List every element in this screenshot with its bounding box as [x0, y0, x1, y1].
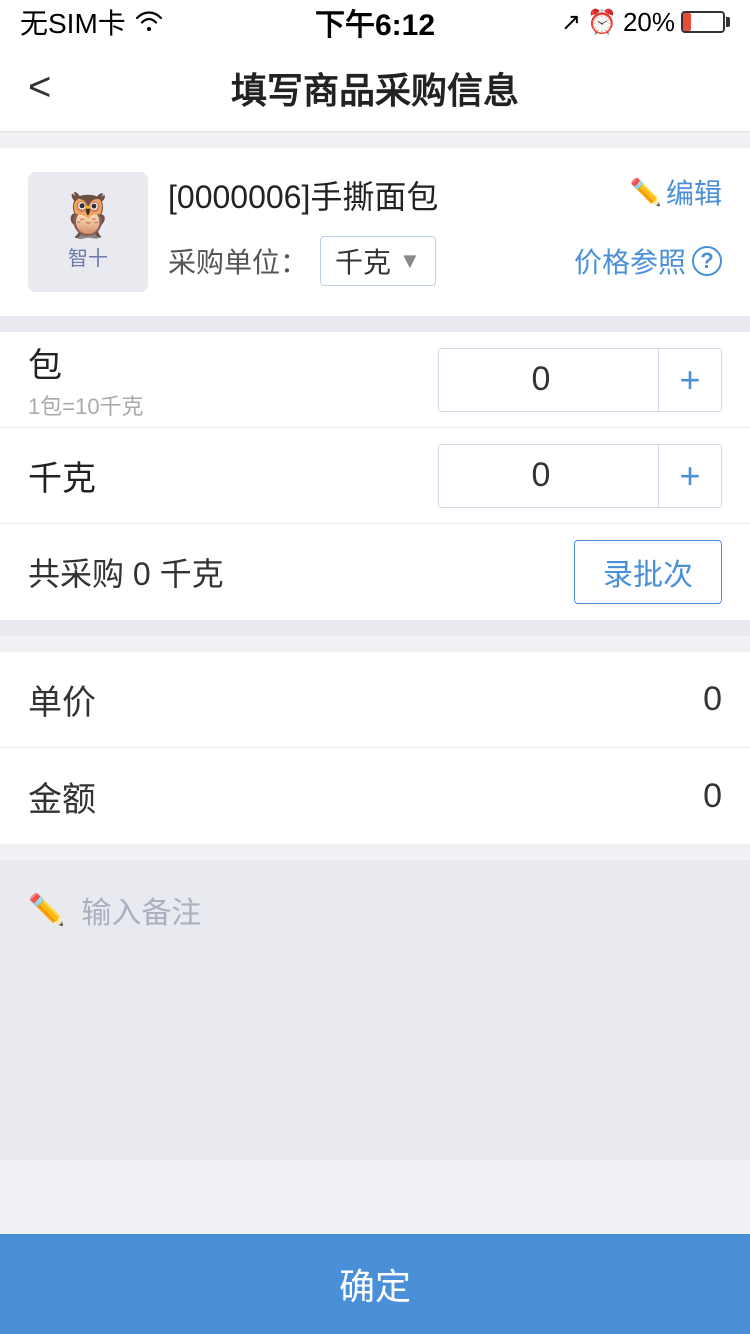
summary-row: 共采购 0 千克 录批次: [0, 524, 750, 620]
wifi-icon: [134, 6, 164, 38]
price-info-section: 单价 0 金额 0: [0, 652, 750, 844]
owl-icon: 🦉: [61, 194, 116, 238]
info-icon: ?: [692, 246, 722, 276]
product-id: [0000006]: [168, 179, 310, 215]
bag-label: 包: [28, 338, 148, 387]
section-divider-1: [0, 316, 750, 332]
unit-price-row: 单价 0: [0, 652, 750, 748]
bag-plus-button[interactable]: +: [658, 348, 722, 412]
summary-text: 共采购 0 千克: [28, 549, 224, 595]
status-bar-time: 下午6:12: [315, 0, 435, 44]
unit-selector: 采购单位： 千克 ▼: [168, 236, 436, 286]
bag-input-right: +: [148, 348, 722, 412]
unit-label: 采购单位：: [168, 241, 308, 281]
product-image-inner: 🦉 智十: [61, 194, 116, 271]
unit-price-value: 0: [703, 680, 722, 719]
brand-text: 智十: [68, 242, 108, 271]
amount-value: 0: [703, 777, 722, 816]
battery-indicator: [681, 11, 730, 33]
status-bar: 无SIM卡 下午6:12 ↗ ⏰ 20%: [0, 0, 750, 44]
kg-quantity-input[interactable]: [438, 444, 658, 508]
product-info: [0000006]手撕面包 ✏️ 编辑 采购单位： 千克 ▼ 价格参照 ?: [168, 172, 722, 286]
kg-label-group: 千克: [28, 451, 148, 500]
confirm-button[interactable]: 确定: [0, 1234, 750, 1334]
unit-select-dropdown[interactable]: 千克 ▼: [320, 236, 436, 286]
product-header: [0000006]手撕面包 ✏️ 编辑: [168, 172, 722, 218]
confirm-button-label: 确定: [339, 1258, 411, 1310]
product-card: 🦉 智十 [0000006]手撕面包 ✏️ 编辑 采购单位： 千克 ▼ 价格参照: [0, 148, 750, 316]
product-name: [0000006]手撕面包: [168, 172, 438, 218]
back-button[interactable]: <: [28, 65, 51, 110]
carrier-text: 无SIM卡: [20, 2, 126, 42]
alarm-icon: ⏰: [587, 8, 617, 37]
unit-price-label: 单价: [28, 675, 96, 724]
amount-label: 金额: [28, 772, 96, 821]
amount-row: 金额 0: [0, 748, 750, 844]
kg-input-right: +: [148, 444, 722, 508]
kg-label: 千克: [28, 451, 148, 500]
price-reference-button[interactable]: 价格参照 ?: [574, 241, 722, 281]
price-ref-label: 价格参照: [574, 241, 686, 281]
bag-sublabel: 1包=10千克: [28, 389, 148, 421]
edit-icon: ✏️: [630, 177, 662, 208]
location-icon: ↗: [561, 8, 581, 37]
content-spacer: [0, 960, 750, 1160]
nav-bar: < 填写商品采购信息: [0, 44, 750, 132]
note-section[interactable]: ✏️ 输入备注: [0, 860, 750, 960]
section-divider-2: [0, 620, 750, 636]
chevron-down-icon: ▼: [399, 248, 421, 274]
product-image: 🦉 智十: [28, 172, 148, 292]
product-title: 手撕面包: [310, 179, 438, 215]
status-bar-right: ↗ ⏰ 20%: [561, 7, 730, 38]
note-placeholder: 输入备注: [81, 888, 201, 932]
input-section: 包 1包=10千克 + 千克 +: [0, 332, 750, 524]
bag-label-group: 包 1包=10千克: [28, 338, 148, 421]
battery-percent: 20%: [623, 7, 675, 38]
unit-value: 千克: [335, 241, 391, 281]
edit-label: 编辑: [666, 172, 722, 212]
kg-input-row: 千克 +: [0, 428, 750, 524]
kg-plus-button[interactable]: +: [658, 444, 722, 508]
pencil-icon: ✏️: [28, 893, 65, 928]
bag-quantity-input[interactable]: [438, 348, 658, 412]
product-unit-row: 采购单位： 千克 ▼ 价格参照 ?: [168, 236, 722, 286]
bag-input-row: 包 1包=10千克 +: [0, 332, 750, 428]
edit-button[interactable]: ✏️ 编辑: [630, 172, 722, 212]
record-batch-button[interactable]: 录批次: [574, 540, 722, 604]
page-title: 填写商品采购信息: [231, 62, 519, 114]
status-bar-left: 无SIM卡: [20, 2, 164, 42]
